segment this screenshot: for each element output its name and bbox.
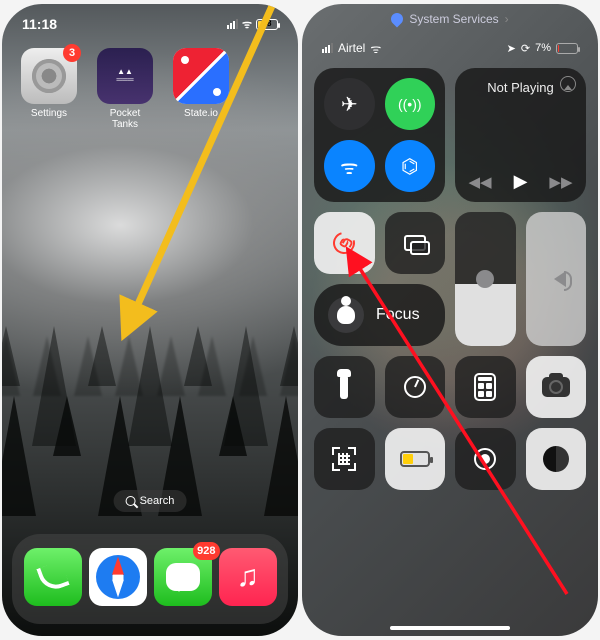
record-icon bbox=[474, 448, 496, 470]
app-label: Pocket Tanks bbox=[96, 108, 154, 130]
bluetooth-toggle[interactable]: ⌬ bbox=[385, 140, 436, 192]
clock: 11:18 bbox=[22, 16, 57, 32]
wifi-icon: ᯤ bbox=[370, 40, 381, 57]
flashlight-button[interactable] bbox=[314, 356, 375, 418]
dock-music[interactable]: ♫ bbox=[219, 548, 277, 606]
pocket-tanks-icon: ▲▲═══ bbox=[97, 48, 153, 104]
dock-phone[interactable] bbox=[24, 548, 82, 606]
home-apps-row: 3 Settings ▲▲═══ Pocket Tanks State.io bbox=[20, 48, 280, 130]
search-label: Search bbox=[140, 495, 175, 507]
location-icon bbox=[389, 11, 406, 28]
control-center: System Services › Airtel ᯤ ➤ ⟳ 7% ✈ ((•)… bbox=[302, 4, 598, 636]
dock: 928 ♫ bbox=[12, 534, 288, 624]
chevron-right-icon: › bbox=[505, 12, 509, 26]
phone-icon bbox=[36, 560, 69, 593]
timer-icon bbox=[404, 376, 426, 398]
brightness-slider[interactable] bbox=[455, 212, 516, 346]
focus-icon-bg bbox=[328, 297, 364, 333]
wifi-icon: ᯤ bbox=[340, 153, 358, 180]
calculator-button[interactable] bbox=[455, 356, 516, 418]
airplay-icon[interactable] bbox=[560, 76, 576, 92]
calculator-icon bbox=[474, 373, 496, 401]
settings-icon: 3 bbox=[21, 48, 77, 104]
cc-status-bar: Airtel ᯤ ➤ ⟳ 7% bbox=[302, 38, 598, 58]
battery-icon: 18 bbox=[256, 19, 278, 30]
cc-grid: ✈ ((•)) ᯤ ⌬ Not Playing ◀◀ ▶ ▶▶ bbox=[314, 68, 586, 624]
rotation-lock-icon bbox=[329, 228, 359, 258]
cc-header-label: System Services bbox=[409, 12, 498, 26]
app-state-io[interactable]: State.io bbox=[172, 48, 230, 130]
battery-saver-icon: ⟳ bbox=[521, 42, 530, 55]
wifi-toggle[interactable]: ᯤ bbox=[324, 140, 375, 192]
volume-icon bbox=[546, 271, 566, 287]
airplane-icon: ✈ bbox=[341, 92, 358, 117]
dock-safari[interactable] bbox=[89, 548, 147, 606]
media-controls[interactable]: Not Playing ◀◀ ▶ ▶▶ bbox=[455, 68, 586, 202]
screen-record-button[interactable] bbox=[455, 428, 516, 490]
location-active-icon: ➤ bbox=[507, 42, 516, 55]
battery-pct: 7% bbox=[535, 42, 551, 54]
rotation-lock-toggle[interactable] bbox=[314, 212, 375, 274]
qr-scanner-button[interactable] bbox=[314, 428, 375, 490]
music-icon: ♫ bbox=[236, 562, 259, 592]
wallpaper-trees bbox=[2, 276, 298, 516]
home-screen: 11:18 ᯤ 18 3 Settings ▲▲═══ Pocket Tanks bbox=[2, 4, 298, 636]
app-label: Settings bbox=[20, 108, 78, 119]
connectivity-group: ✈ ((•)) ᯤ ⌬ bbox=[314, 68, 445, 202]
airplane-mode-toggle[interactable]: ✈ bbox=[324, 78, 375, 130]
play-button[interactable]: ▶ bbox=[514, 171, 528, 192]
app-settings[interactable]: 3 Settings bbox=[20, 48, 78, 130]
status-bar: 11:18 ᯤ 18 bbox=[2, 12, 298, 36]
prev-track-button[interactable]: ◀◀ bbox=[469, 173, 492, 191]
brightness-fill bbox=[455, 284, 516, 346]
spotlight-search[interactable]: Search bbox=[114, 490, 187, 512]
safari-icon bbox=[96, 555, 140, 599]
app-pocket-tanks[interactable]: ▲▲═══ Pocket Tanks bbox=[96, 48, 154, 130]
cellular-data-toggle[interactable]: ((•)) bbox=[385, 78, 436, 130]
bluetooth-icon: ⌬ bbox=[401, 154, 418, 179]
app-label: State.io bbox=[172, 108, 230, 119]
focus-icon bbox=[337, 306, 355, 324]
cellular-signal-icon bbox=[227, 19, 238, 29]
flashlight-icon bbox=[340, 375, 348, 399]
messages-badge: 928 bbox=[193, 542, 219, 560]
search-icon bbox=[126, 496, 136, 506]
low-power-icon bbox=[400, 451, 430, 467]
dock-messages[interactable]: 928 bbox=[154, 548, 212, 606]
antenna-icon: ((•)) bbox=[398, 96, 422, 112]
dark-mode-toggle[interactable] bbox=[526, 428, 587, 490]
qr-icon bbox=[332, 447, 356, 471]
timer-button[interactable] bbox=[385, 356, 446, 418]
settings-badge: 3 bbox=[63, 44, 81, 62]
cellular-signal-icon bbox=[322, 43, 333, 53]
focus-button[interactable]: Focus bbox=[314, 284, 445, 346]
volume-slider[interactable] bbox=[526, 212, 587, 346]
low-power-mode-toggle[interactable] bbox=[385, 428, 446, 490]
home-indicator[interactable] bbox=[390, 626, 510, 630]
camera-icon bbox=[542, 377, 570, 397]
screen-mirroring-icon bbox=[404, 235, 426, 251]
camera-button[interactable] bbox=[526, 356, 587, 418]
dark-mode-icon bbox=[543, 446, 569, 472]
cc-header[interactable]: System Services › bbox=[302, 12, 598, 26]
wifi-icon: ᯤ bbox=[242, 17, 252, 32]
messages-icon bbox=[166, 563, 200, 591]
screen-mirroring-button[interactable] bbox=[385, 212, 446, 274]
carrier-label: Airtel bbox=[338, 41, 365, 55]
battery-icon bbox=[556, 43, 578, 54]
focus-label: Focus bbox=[376, 306, 420, 324]
state-io-icon bbox=[173, 48, 229, 104]
next-track-button[interactable]: ▶▶ bbox=[549, 173, 572, 191]
